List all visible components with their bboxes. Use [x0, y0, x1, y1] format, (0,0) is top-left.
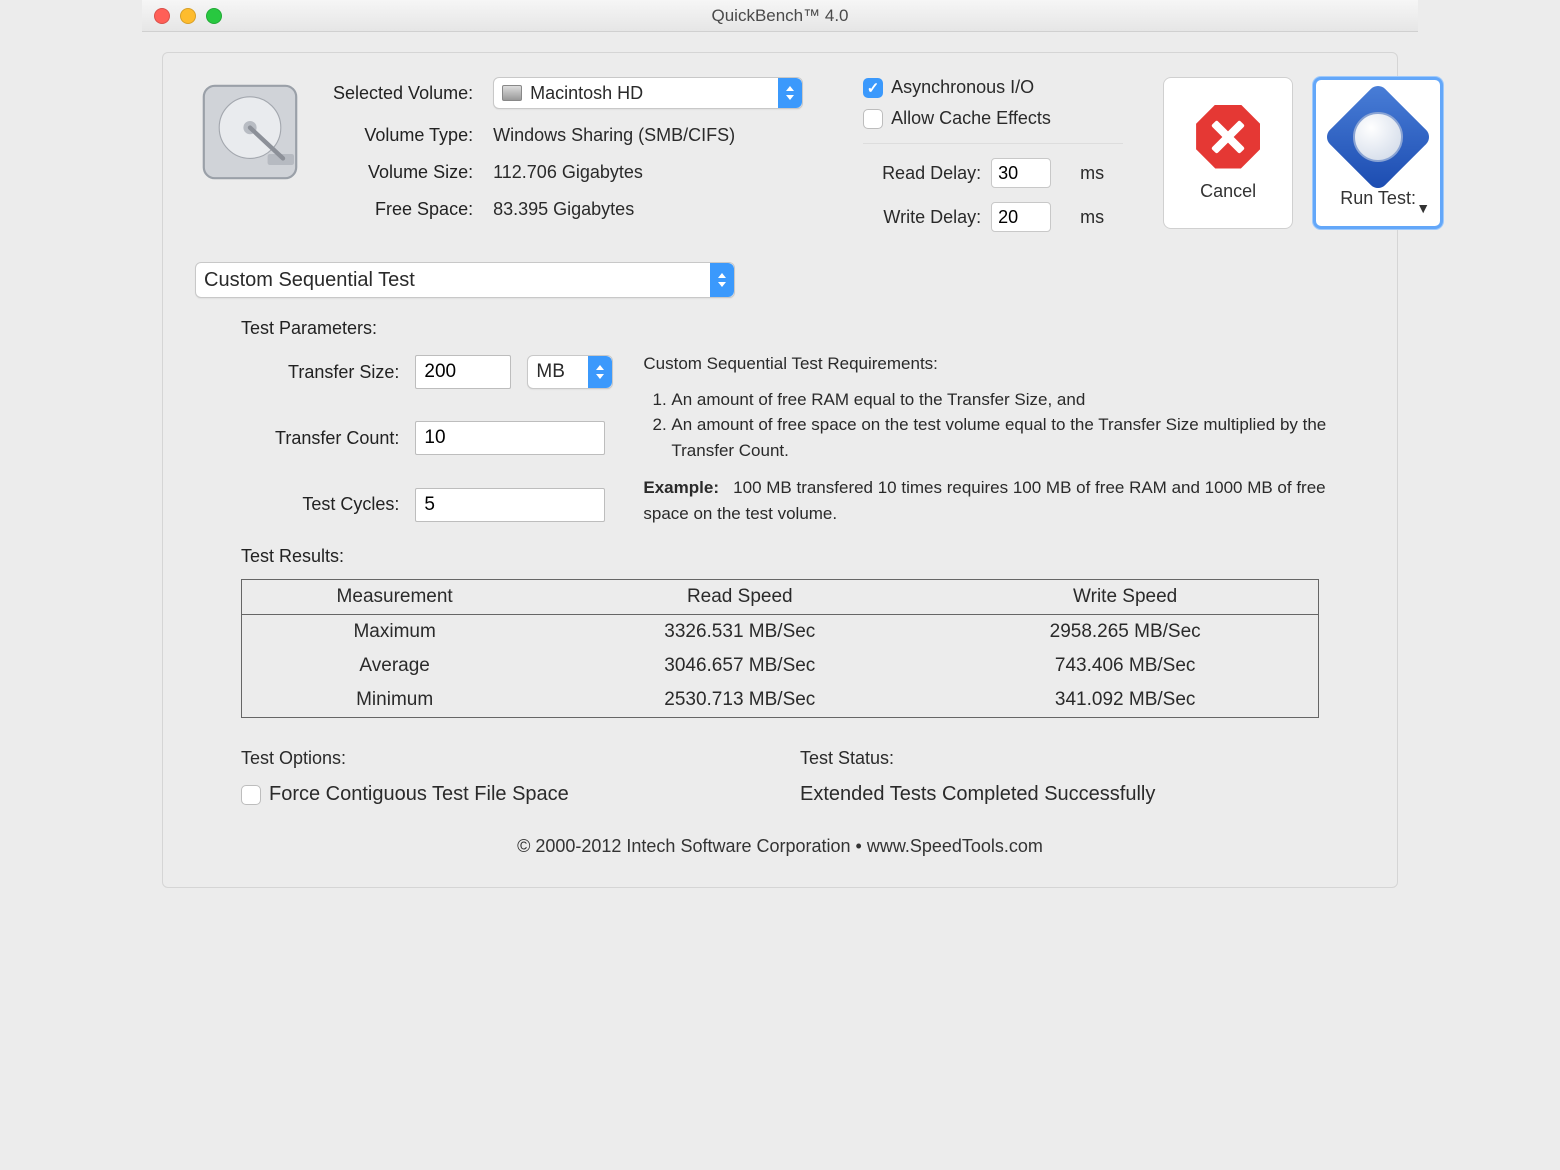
stopwatch-icon: [1323, 81, 1433, 191]
chevron-updown-icon: [778, 78, 802, 108]
test-results-heading: Test Results:: [241, 546, 1365, 567]
row-label: Maximum: [242, 615, 548, 650]
volume-type-value: Windows Sharing (SMB/CIFS): [493, 125, 803, 146]
requirement-2: An amount of free space on the test volu…: [671, 412, 1345, 463]
transfer-size-unit-select[interactable]: MB: [527, 355, 613, 389]
async-io-checkbox[interactable]: [863, 78, 883, 98]
table-row: Average 3046.657 MB/Sec 743.406 MB/Sec: [242, 649, 1319, 683]
results-table: Measurement Read Speed Write Speed Maxim…: [241, 579, 1319, 718]
ms-label-1: ms: [1080, 163, 1123, 184]
example-text: 100 MB transfered 10 times requires 100 …: [643, 478, 1325, 523]
col-read-speed: Read Speed: [547, 580, 932, 615]
selected-volume-label: Selected Volume:: [333, 83, 473, 104]
read-delay-label: Read Delay:: [863, 163, 981, 184]
chevron-updown-icon: [588, 356, 612, 388]
chevron-updown-icon: [710, 263, 734, 297]
force-contiguous-label: Force Contiguous Test File Space: [269, 783, 569, 806]
cancel-icon: [1196, 105, 1260, 169]
test-type-select[interactable]: Custom Sequential Test: [195, 262, 735, 298]
allow-cache-checkbox[interactable]: [863, 109, 883, 129]
disk-mini-icon: [502, 85, 522, 101]
force-contiguous-checkbox[interactable]: [241, 785, 261, 805]
table-row: Maximum 3326.531 MB/Sec 2958.265 MB/Sec: [242, 615, 1319, 650]
selected-volume-select[interactable]: Macintosh HD: [493, 77, 803, 109]
volume-size-label: Volume Size:: [333, 162, 473, 183]
test-options-heading: Test Options:: [241, 748, 760, 769]
free-space-value: 83.395 Gigabytes: [493, 199, 803, 220]
transfer-size-unit-value: MB: [536, 361, 565, 383]
col-write-speed: Write Speed: [932, 580, 1318, 615]
row-label: Average: [242, 649, 548, 683]
row-write: 2958.265 MB/Sec: [932, 615, 1318, 650]
table-row: Minimum 2530.713 MB/Sec 341.092 MB/Sec: [242, 683, 1319, 718]
cancel-button[interactable]: Cancel: [1163, 77, 1293, 229]
row-read: 3046.657 MB/Sec: [547, 649, 932, 683]
drive-icon: [195, 77, 305, 187]
volume-size-value: 112.706 Gigabytes: [493, 162, 803, 183]
test-status-heading: Test Status:: [800, 748, 1319, 769]
transfer-count-label: Transfer Count:: [275, 428, 399, 449]
requirements-title: Custom Sequential Test Requirements:: [643, 351, 1345, 377]
selected-volume-value: Macintosh HD: [530, 83, 643, 104]
minimize-window-icon[interactable]: [180, 8, 196, 24]
titlebar: QuickBench™ 4.0: [142, 0, 1418, 32]
row-read: 2530.713 MB/Sec: [547, 683, 932, 718]
test-type-value: Custom Sequential Test: [204, 269, 415, 292]
footer-text: © 2000-2012 Intech Software Corporation …: [195, 836, 1365, 867]
requirements-text: Custom Sequential Test Requirements: An …: [643, 351, 1365, 526]
row-read: 3326.531 MB/Sec: [547, 615, 932, 650]
window-title: QuickBench™ 4.0: [142, 6, 1418, 26]
cancel-button-label: Cancel: [1200, 181, 1256, 202]
caret-down-icon: ▼: [1416, 200, 1430, 216]
row-write: 743.406 MB/Sec: [932, 649, 1318, 683]
allow-cache-label: Allow Cache Effects: [891, 108, 1051, 129]
requirement-1: An amount of free RAM equal to the Trans…: [671, 387, 1345, 413]
read-delay-input[interactable]: [991, 158, 1051, 188]
example-label: Example:: [643, 478, 719, 497]
row-write: 341.092 MB/Sec: [932, 683, 1318, 718]
transfer-size-label: Transfer Size:: [275, 362, 399, 383]
col-measurement: Measurement: [242, 580, 548, 615]
test-cycles-label: Test Cycles:: [275, 494, 399, 515]
ms-label-2: ms: [1080, 207, 1123, 228]
row-label: Minimum: [242, 683, 548, 718]
volume-type-label: Volume Type:: [333, 125, 473, 146]
run-test-button[interactable]: Run Test: ▼: [1313, 77, 1443, 229]
test-parameters-heading: Test Parameters:: [241, 318, 1365, 339]
write-delay-input[interactable]: [991, 202, 1051, 232]
test-cycles-input[interactable]: [415, 488, 605, 522]
test-status-text: Extended Tests Completed Successfully: [800, 783, 1319, 806]
run-test-button-label: Run Test:: [1340, 188, 1416, 209]
free-space-label: Free Space:: [333, 199, 473, 220]
async-io-label: Asynchronous I/O: [891, 77, 1034, 98]
transfer-size-input[interactable]: [415, 355, 511, 389]
close-window-icon[interactable]: [154, 8, 170, 24]
transfer-count-input[interactable]: [415, 421, 605, 455]
zoom-window-icon[interactable]: [206, 8, 222, 24]
write-delay-label: Write Delay:: [863, 207, 981, 228]
